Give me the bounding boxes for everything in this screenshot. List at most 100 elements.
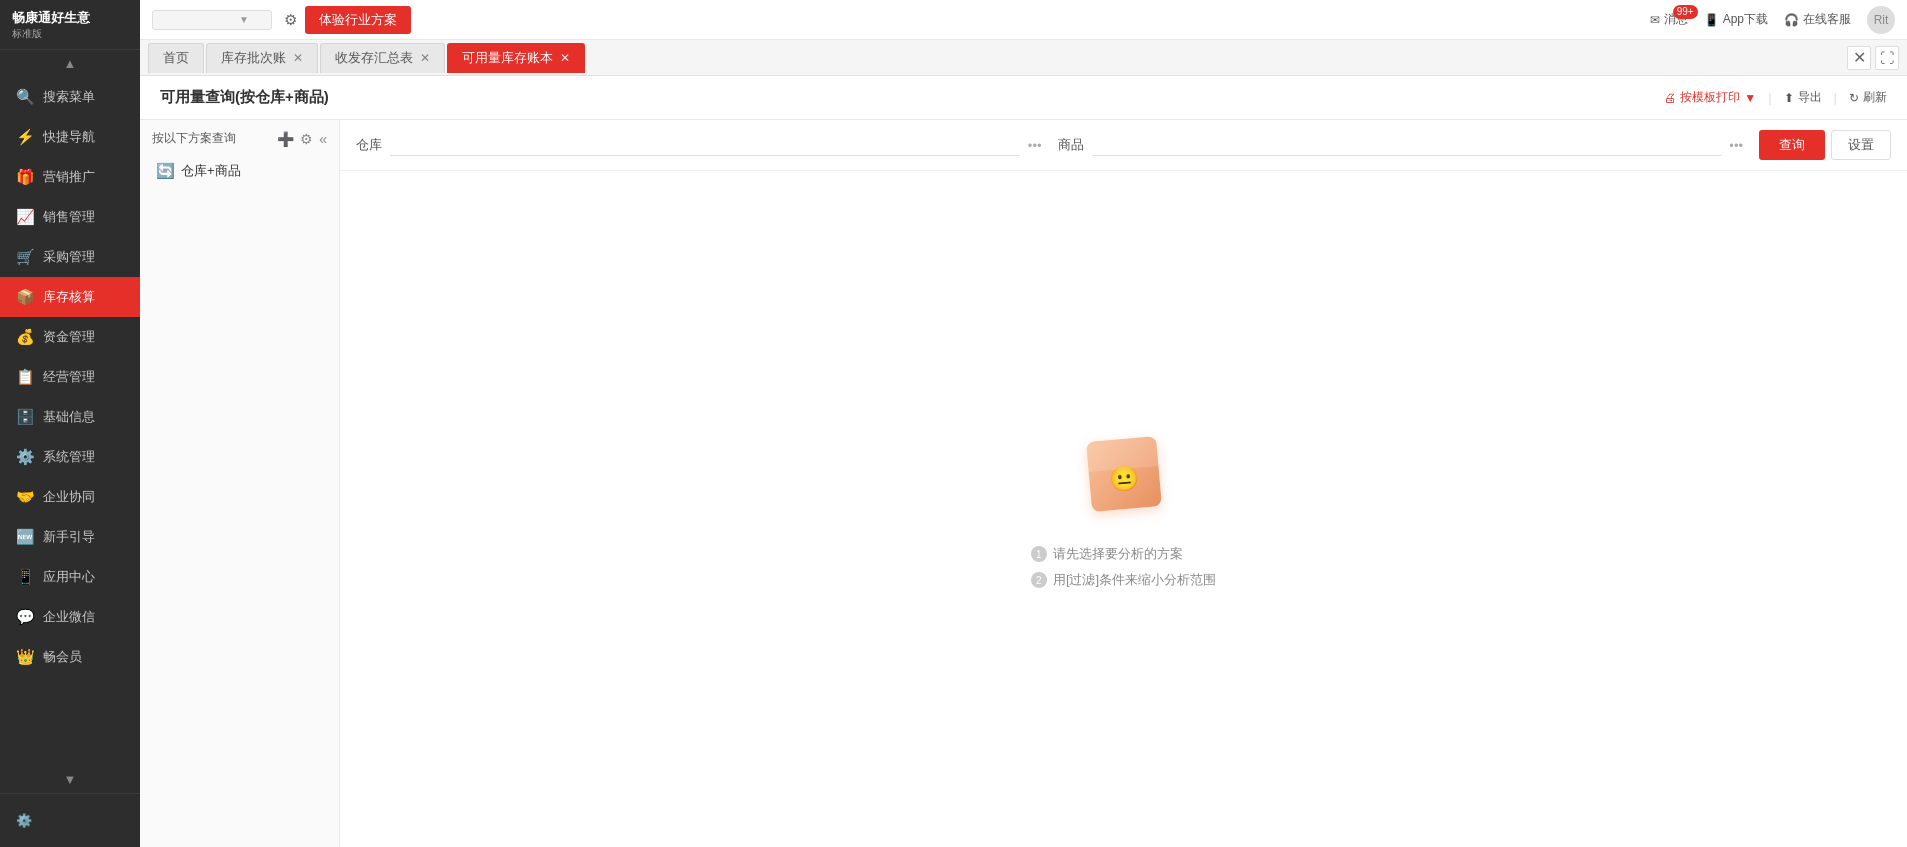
hint-text-1: 请先选择要分析的方案 bbox=[1053, 545, 1183, 563]
topbar-search-input[interactable] bbox=[159, 13, 239, 27]
product-input[interactable] bbox=[1092, 134, 1722, 156]
purchase-icon: 🛒 bbox=[16, 248, 35, 266]
sidebar-item-shortcut[interactable]: ⚡ 快捷导航 bbox=[0, 117, 140, 157]
empty-hints: 1 请先选择要分析的方案 2 用[过滤]条件来缩小分析范围 bbox=[1031, 545, 1216, 589]
message-icon: ✉ bbox=[1650, 13, 1660, 27]
product-more-icon[interactable]: ••• bbox=[1729, 138, 1743, 153]
tab-home[interactable]: 首页 bbox=[148, 43, 204, 73]
sidebar-label-purchase: 采购管理 bbox=[43, 248, 95, 266]
sidebar-item-member[interactable]: 👑 畅会员 bbox=[0, 637, 140, 677]
sidebar-scroll-down[interactable]: ▼ bbox=[0, 766, 140, 793]
sidebar-settings-footer[interactable]: ⚙️ bbox=[0, 802, 140, 839]
tab-summary-close[interactable]: ✕ bbox=[420, 51, 430, 65]
marketing-icon: 🎁 bbox=[16, 168, 35, 186]
sidebar-label-marketing: 营销推广 bbox=[43, 168, 95, 186]
system-icon: ⚙️ bbox=[16, 448, 35, 466]
guide-icon: 🆕 bbox=[16, 528, 35, 546]
sidebar-label-shortcut: 快捷导航 bbox=[43, 128, 95, 146]
sidebar-label-enterprise: 企业协同 bbox=[43, 488, 95, 506]
print-label: 按模板打印 bbox=[1680, 89, 1740, 106]
print-icon: 🖨 bbox=[1664, 91, 1676, 105]
tab-available-close[interactable]: ✕ bbox=[560, 51, 570, 65]
online-service-label: 在线客服 bbox=[1803, 11, 1851, 28]
warehouse-input[interactable] bbox=[390, 134, 1020, 156]
sidebar-item-enterprise[interactable]: 🤝 企业协同 bbox=[0, 477, 140, 517]
empty-hint-2: 2 用[过滤]条件来缩小分析范围 bbox=[1031, 571, 1216, 589]
user-avatar[interactable]: Rit bbox=[1867, 6, 1895, 34]
warehouse-more-icon[interactable]: ••• bbox=[1028, 138, 1042, 153]
sidebar-item-guide[interactable]: 🆕 新手引导 bbox=[0, 517, 140, 557]
tabbar-expand-button[interactable]: ⛶ bbox=[1875, 46, 1899, 70]
topbar-gear-icon[interactable]: ⚙ bbox=[284, 11, 297, 29]
sidebar-item-inventory[interactable]: 📦 库存核算 bbox=[0, 277, 140, 317]
service-icon: 🎧 bbox=[1784, 13, 1799, 27]
scheme-item-warehouse-product[interactable]: 🔄 仓库+商品 bbox=[140, 153, 339, 189]
tab-available[interactable]: 可用量库存账本 ✕ bbox=[447, 43, 585, 73]
sidebar-item-system[interactable]: ⚙️ 系统管理 bbox=[0, 437, 140, 477]
sidebar-item-search[interactable]: 🔍 搜索菜单 bbox=[0, 77, 140, 117]
topbar-search-group[interactable]: ▼ bbox=[152, 10, 272, 30]
query-button[interactable]: 查询 bbox=[1759, 130, 1825, 160]
apps-icon: 📱 bbox=[16, 568, 35, 586]
main-area: ▼ ⚙ 体验行业方案 ✉ 消息 99+ 📱 App下载 🎧 在线客服 Rit bbox=[140, 0, 1907, 847]
message-button[interactable]: ✉ 消息 99+ bbox=[1650, 11, 1688, 28]
empty-box: 😐 bbox=[1086, 436, 1162, 512]
refresh-label: 刷新 bbox=[1863, 89, 1887, 106]
hint-text-2: 用[过滤]条件来缩小分析范围 bbox=[1053, 571, 1216, 589]
print-button[interactable]: 🖨 按模板打印 ▼ bbox=[1664, 89, 1756, 106]
left-panel-header: 按以下方案查询 ➕ ⚙ « bbox=[140, 120, 339, 153]
product-label: 商品 bbox=[1058, 136, 1084, 154]
message-badge: 99+ bbox=[1673, 5, 1698, 19]
topbar-dropdown-icon[interactable]: ▼ bbox=[239, 14, 249, 25]
wechat-icon: 💬 bbox=[16, 608, 35, 626]
hint-num-1: 1 bbox=[1031, 546, 1047, 562]
filter-bar: 仓库 ••• 商品 ••• 查询 设置 bbox=[340, 120, 1907, 171]
add-scheme-icon[interactable]: ➕ bbox=[277, 131, 294, 147]
filter-settings-button[interactable]: 设置 bbox=[1831, 130, 1891, 160]
sidebar-item-wechat[interactable]: 💬 企业微信 bbox=[0, 597, 140, 637]
export-button[interactable]: ⬆ 导出 bbox=[1784, 89, 1822, 106]
print-dropdown-icon[interactable]: ▼ bbox=[1744, 91, 1756, 105]
tab-batch-label: 库存批次账 bbox=[221, 49, 286, 67]
app-download-button[interactable]: 📱 App下载 bbox=[1704, 11, 1768, 28]
tab-available-label: 可用量库存账本 bbox=[462, 49, 553, 67]
tabbar-actions: ✕ ⛶ bbox=[1847, 46, 1899, 70]
sidebar-item-marketing[interactable]: 🎁 营销推广 bbox=[0, 157, 140, 197]
sidebar-item-sales[interactable]: 📈 销售管理 bbox=[0, 197, 140, 237]
sidebar-nav: 🔍 搜索菜单 ⚡ 快捷导航 🎁 营销推广 📈 销售管理 🛒 采购管理 📦 库存核… bbox=[0, 77, 140, 766]
refresh-button[interactable]: ↻ 刷新 bbox=[1849, 89, 1887, 106]
sidebar-label-sales: 销售管理 bbox=[43, 208, 95, 226]
settings-scheme-icon[interactable]: ⚙ bbox=[300, 131, 313, 147]
search-icon: 🔍 bbox=[16, 88, 35, 106]
scheme-item-label: 仓库+商品 bbox=[181, 162, 241, 180]
tab-batch-close[interactable]: ✕ bbox=[293, 51, 303, 65]
page-title: 可用量查询(按仓库+商品) bbox=[160, 88, 329, 107]
tab-bar: 首页 库存批次账 ✕ 收发存汇总表 ✕ 可用量库存账本 ✕ ✕ ⛶ bbox=[140, 40, 1907, 76]
inventory-icon: 📦 bbox=[16, 288, 35, 306]
tab-summary[interactable]: 收发存汇总表 ✕ bbox=[320, 43, 445, 73]
sidebar-label-inventory: 库存核算 bbox=[43, 288, 95, 306]
sidebar-item-finance[interactable]: 💰 资金管理 bbox=[0, 317, 140, 357]
operations-icon: 📋 bbox=[16, 368, 35, 386]
collapse-panel-icon[interactable]: « bbox=[319, 131, 327, 147]
tab-summary-label: 收发存汇总表 bbox=[335, 49, 413, 67]
sidebar-scroll-up[interactable]: ▲ bbox=[0, 50, 140, 77]
tab-batch[interactable]: 库存批次账 ✕ bbox=[206, 43, 318, 73]
app-download-label: App下载 bbox=[1723, 11, 1768, 28]
sidebar-item-basic[interactable]: 🗄️ 基础信息 bbox=[0, 397, 140, 437]
sidebar-item-purchase[interactable]: 🛒 采购管理 bbox=[0, 237, 140, 277]
content-area: 按以下方案查询 ➕ ⚙ « 🔄 仓库+商品 仓库 ••• bbox=[140, 120, 1907, 847]
scheme-item-icon: 🔄 bbox=[156, 162, 175, 180]
right-content: 仓库 ••• 商品 ••• 查询 设置 😐 bbox=[340, 120, 1907, 847]
sidebar-label-system: 系统管理 bbox=[43, 448, 95, 466]
trial-button[interactable]: 体验行业方案 bbox=[305, 6, 411, 34]
sidebar-label-search: 搜索菜单 bbox=[43, 88, 95, 106]
tabbar-close-button[interactable]: ✕ bbox=[1847, 46, 1871, 70]
online-service-button[interactable]: 🎧 在线客服 bbox=[1784, 11, 1851, 28]
sidebar-label-operations: 经营管理 bbox=[43, 368, 95, 386]
sidebar-item-operations[interactable]: 📋 经营管理 bbox=[0, 357, 140, 397]
warehouse-filter-field: 仓库 ••• bbox=[356, 134, 1042, 156]
finance-icon: 💰 bbox=[16, 328, 35, 346]
sidebar-item-apps[interactable]: 📱 应用中心 bbox=[0, 557, 140, 597]
refresh-icon: ↻ bbox=[1849, 91, 1859, 105]
